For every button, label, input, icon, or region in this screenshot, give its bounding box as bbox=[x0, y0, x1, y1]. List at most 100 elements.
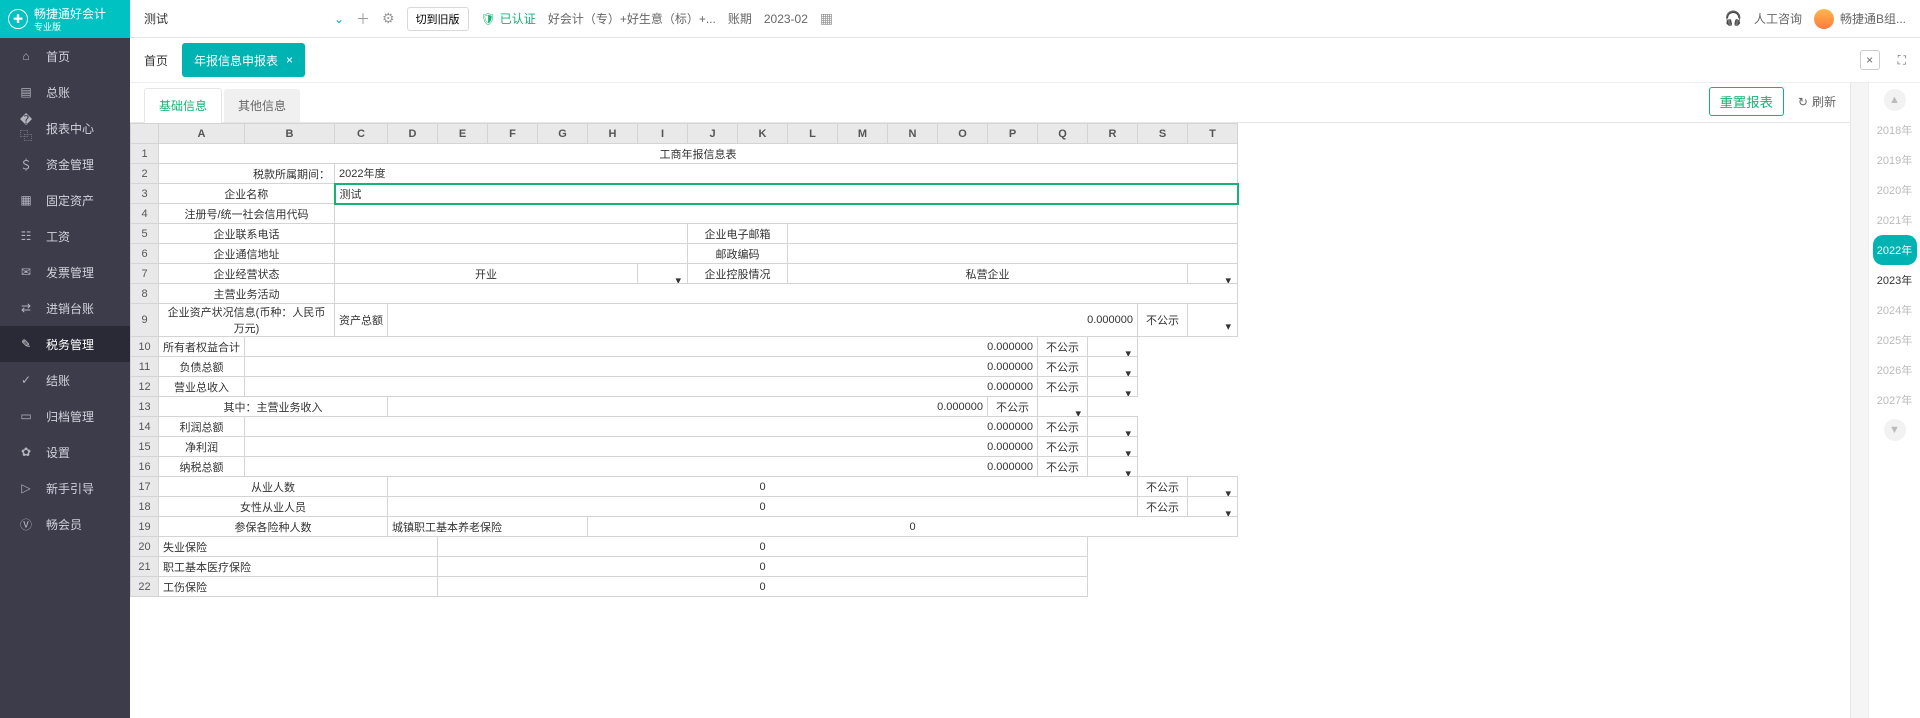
calendar-icon[interactable]: ▦ bbox=[820, 10, 833, 27]
sidebar-item-5[interactable]: ☷工资 bbox=[0, 218, 130, 254]
row-17[interactable]: 17 bbox=[131, 477, 159, 497]
addr-input[interactable] bbox=[335, 244, 688, 264]
row-21[interactable]: 21 bbox=[131, 557, 159, 577]
row-20[interactable]: 20 bbox=[131, 537, 159, 557]
col-I[interactable]: I bbox=[638, 124, 688, 144]
year-2022年[interactable]: 2022年 bbox=[1873, 235, 1917, 265]
col-B[interactable]: B bbox=[245, 124, 335, 144]
asset-row-9-pub[interactable]: 不公示 bbox=[1138, 304, 1188, 337]
phone-input[interactable] bbox=[335, 224, 688, 244]
asset-row-15-pub[interactable]: 不公示 bbox=[1038, 437, 1088, 457]
asset-row-9-dd[interactable] bbox=[1188, 304, 1238, 337]
col-O[interactable]: O bbox=[938, 124, 988, 144]
sidebar-item-0[interactable]: ⌂首页 bbox=[0, 38, 130, 74]
asset-row-9-val[interactable]: 0.000000 bbox=[388, 304, 1138, 337]
year-up-icon[interactable]: ▲ bbox=[1884, 89, 1906, 111]
emp-pub[interactable]: 不公示 bbox=[1138, 477, 1188, 497]
col-D[interactable]: D bbox=[388, 124, 438, 144]
mainbiz-input[interactable] bbox=[335, 284, 1238, 304]
company-name-input[interactable]: 测试 bbox=[335, 184, 1238, 204]
row-10[interactable]: 10 bbox=[131, 337, 159, 357]
reset-report-button[interactable]: 重置报表 bbox=[1709, 87, 1784, 116]
sidebar-item-6[interactable]: ✉发票管理 bbox=[0, 254, 130, 290]
col-T[interactable]: T bbox=[1188, 124, 1238, 144]
sidebar-item-11[interactable]: ✿设置 bbox=[0, 434, 130, 470]
row-1[interactable]: 1 bbox=[131, 144, 159, 164]
asset-row-14-dd[interactable] bbox=[1088, 417, 1138, 437]
ins-row-20-val[interactable]: 0 bbox=[438, 537, 1088, 557]
row-13[interactable]: 13 bbox=[131, 397, 159, 417]
col-N[interactable]: N bbox=[888, 124, 938, 144]
switch-old-button[interactable]: 切到旧版 bbox=[407, 7, 469, 31]
col-F[interactable]: F bbox=[488, 124, 538, 144]
holding-dd-icon[interactable] bbox=[1188, 264, 1238, 284]
year-2023年[interactable]: 2023年 bbox=[1873, 265, 1917, 295]
year-down-icon[interactable]: ▼ bbox=[1884, 419, 1906, 441]
row-18[interactable]: 18 bbox=[131, 497, 159, 517]
col-L[interactable]: L bbox=[788, 124, 838, 144]
sidebar-item-12[interactable]: ▷新手引导 bbox=[0, 470, 130, 506]
row-15[interactable]: 15 bbox=[131, 437, 159, 457]
year-2024年[interactable]: 2024年 bbox=[1873, 295, 1917, 325]
tab-close-icon[interactable]: × bbox=[286, 53, 293, 67]
col-S[interactable]: S bbox=[1138, 124, 1188, 144]
holding-value[interactable]: 私营企业 bbox=[788, 264, 1188, 284]
asset-row-10-val[interactable]: 0.000000 bbox=[245, 337, 1038, 357]
year-2018年[interactable]: 2018年 bbox=[1873, 115, 1917, 145]
asset-row-13-dd[interactable] bbox=[1038, 397, 1088, 417]
col-M[interactable]: M bbox=[838, 124, 888, 144]
asset-row-16-val[interactable]: 0.000000 bbox=[245, 457, 1038, 477]
asset-row-15-val[interactable]: 0.000000 bbox=[245, 437, 1038, 457]
row-19[interactable]: 19 bbox=[131, 517, 159, 537]
col-C[interactable]: C bbox=[335, 124, 388, 144]
row-6[interactable]: 6 bbox=[131, 244, 159, 264]
asset-row-15-dd[interactable] bbox=[1088, 437, 1138, 457]
emp-val[interactable]: 0 bbox=[388, 477, 1138, 497]
spreadsheet[interactable]: ABCDEFGHIJKLMNOPQRST1工商年报信息表2税款所属期间：2022… bbox=[130, 123, 1850, 718]
asset-row-10-dd[interactable] bbox=[1088, 337, 1138, 357]
row-7[interactable]: 7 bbox=[131, 264, 159, 284]
asset-row-11-pub[interactable]: 不公示 bbox=[1038, 357, 1088, 377]
asset-row-11-dd[interactable] bbox=[1088, 357, 1138, 377]
status-dd-icon[interactable] bbox=[638, 264, 688, 284]
year-2025年[interactable]: 2025年 bbox=[1873, 325, 1917, 355]
col-Q[interactable]: Q bbox=[1038, 124, 1088, 144]
close-all-icon[interactable]: × bbox=[1860, 50, 1880, 70]
row-3[interactable]: 3 bbox=[131, 184, 159, 204]
asset-row-12-dd[interactable] bbox=[1088, 377, 1138, 397]
col-R[interactable]: R bbox=[1088, 124, 1138, 144]
tab-home[interactable]: 首页 bbox=[144, 52, 168, 69]
refresh-button[interactable]: ↻ 刷新 bbox=[1798, 93, 1836, 110]
row-12[interactable]: 12 bbox=[131, 377, 159, 397]
asset-row-16-dd[interactable] bbox=[1088, 457, 1138, 477]
asset-row-13-pub[interactable]: 不公示 bbox=[988, 397, 1038, 417]
sidebar-item-3[interactable]: ＄资金管理 bbox=[0, 146, 130, 182]
year-2027年[interactable]: 2027年 bbox=[1873, 385, 1917, 415]
femp-pub[interactable]: 不公示 bbox=[1138, 497, 1188, 517]
ins-row-22-val[interactable]: 0 bbox=[438, 577, 1088, 597]
row-22[interactable]: 22 bbox=[131, 577, 159, 597]
row-2[interactable]: 2 bbox=[131, 164, 159, 184]
row-4[interactable]: 4 bbox=[131, 204, 159, 224]
row-14[interactable]: 14 bbox=[131, 417, 159, 437]
col-J[interactable]: J bbox=[688, 124, 738, 144]
add-icon[interactable]: ＋ bbox=[356, 9, 370, 29]
sidebar-item-1[interactable]: ▤总账 bbox=[0, 74, 130, 110]
col-K[interactable]: K bbox=[738, 124, 788, 144]
zip-input[interactable] bbox=[788, 244, 1238, 264]
row-16[interactable]: 16 bbox=[131, 457, 159, 477]
regno-input[interactable] bbox=[335, 204, 1238, 224]
year-2020年[interactable]: 2020年 bbox=[1873, 175, 1917, 205]
sidebar-item-8[interactable]: ✎税务管理 bbox=[0, 326, 130, 362]
asset-row-11-val[interactable]: 0.000000 bbox=[245, 357, 1038, 377]
emp-dd[interactable] bbox=[1188, 477, 1238, 497]
ins-row-19-val[interactable]: 0 bbox=[588, 517, 1238, 537]
row-11[interactable]: 11 bbox=[131, 357, 159, 377]
period-value-cell[interactable]: 2022年度 bbox=[335, 164, 1238, 184]
user-menu[interactable]: 畅捷通B组... bbox=[1814, 9, 1906, 29]
tab-current[interactable]: 年报信息申报表 × bbox=[182, 43, 305, 77]
year-2021年[interactable]: 2021年 bbox=[1873, 205, 1917, 235]
sidebar-item-10[interactable]: ▭归档管理 bbox=[0, 398, 130, 434]
col-H[interactable]: H bbox=[588, 124, 638, 144]
sidebar-item-13[interactable]: Ⓥ畅会员 bbox=[0, 506, 130, 542]
